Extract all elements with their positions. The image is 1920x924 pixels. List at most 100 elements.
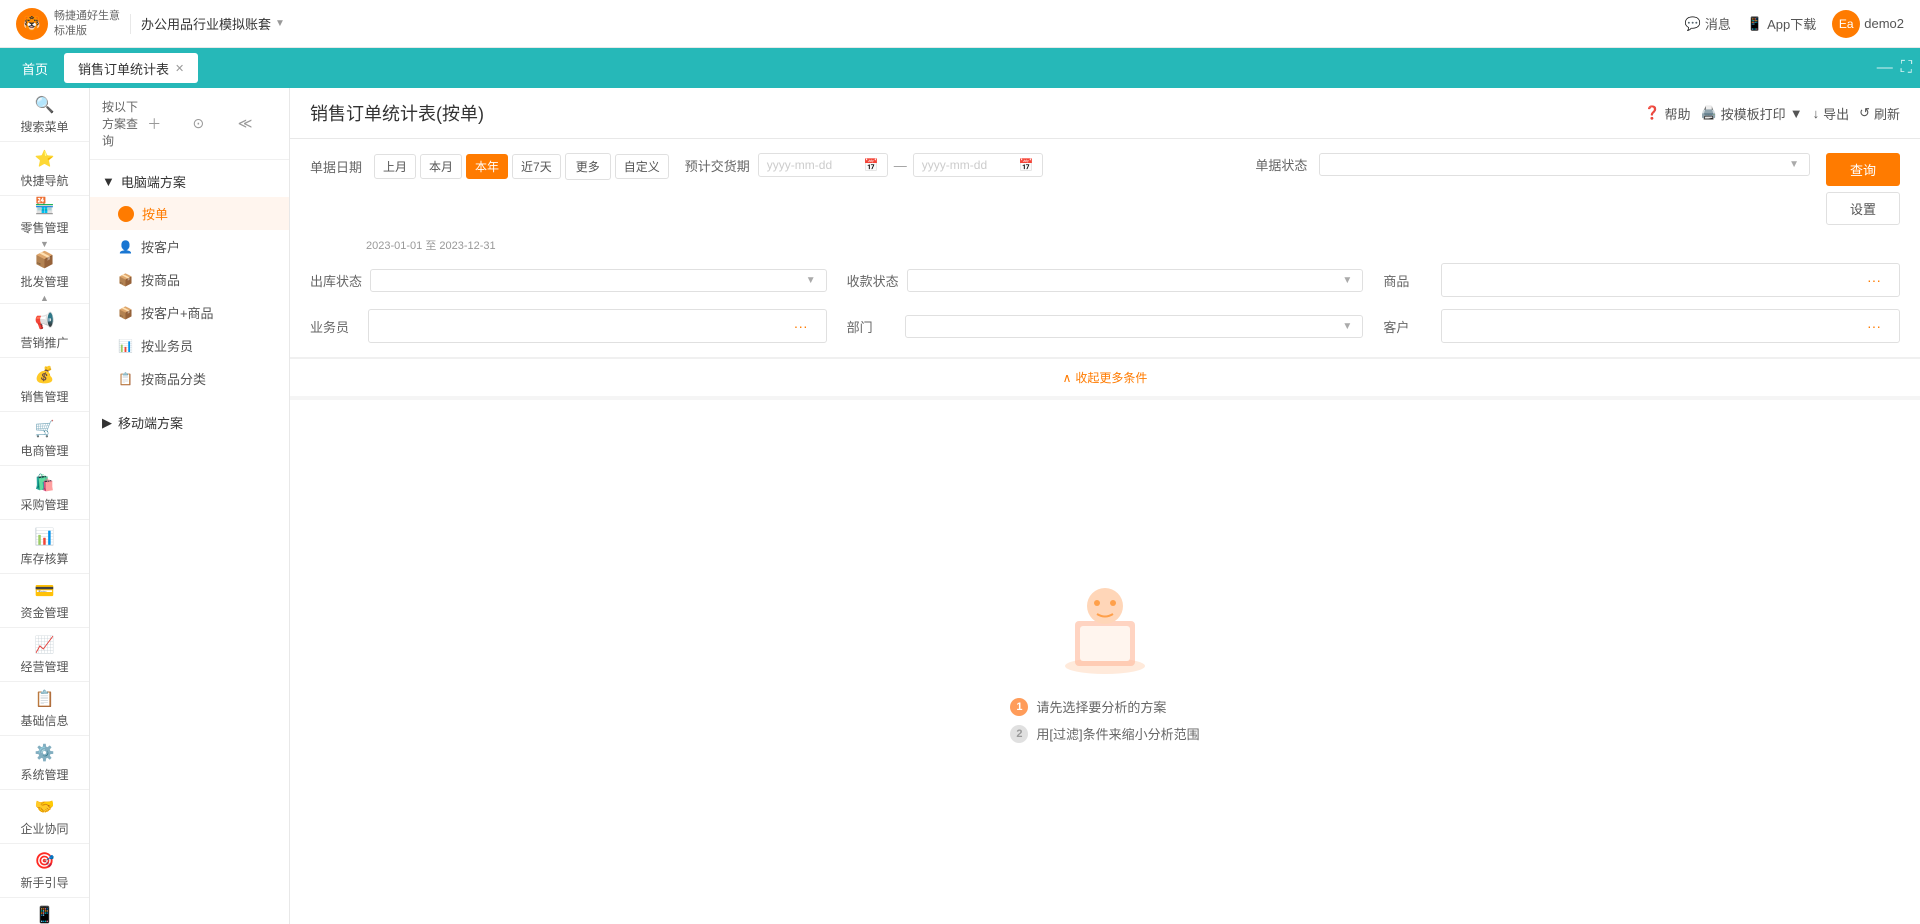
mobile-scheme-group-header[interactable]: ▶ 移动端方案 <box>90 407 289 438</box>
sidebar-item-app-center[interactable]: 📱 应用中心 <box>0 898 89 924</box>
add-scheme-btn[interactable]: ＋ <box>147 114 186 134</box>
mobile-scheme-group: ▶ 移动端方案 <box>90 401 289 444</box>
tabbar-minus-icon[interactable]: — <box>1877 59 1893 77</box>
this-year-btn[interactable]: 本年 <box>466 154 508 179</box>
sidebar-item-operations[interactable]: 📈 经营管理 <box>0 628 89 682</box>
refresh-btn[interactable]: ↺ 刷新 <box>1859 104 1900 123</box>
doc-status-select[interactable]: ▼ <box>1319 153 1810 176</box>
retail-arrow-icon: ▼ <box>40 239 49 249</box>
scheme-by-customer-goods[interactable]: 📦 按客户+商品 <box>90 296 289 329</box>
help-btn[interactable]: ❓ 帮助 <box>1644 104 1690 123</box>
tab-home[interactable]: 首页 <box>8 53 62 83</box>
sidebar-item-enterprise[interactable]: 🤝 企业协同 <box>0 790 89 844</box>
sidebar-item-ecommerce[interactable]: 🛒 电商管理 <box>0 412 89 466</box>
finance-icon: 💳 <box>35 581 55 601</box>
empty-state: 1 请先选择要分析的方案 2 用[过滤]条件来缩小分析范围 <box>290 400 1920 924</box>
export-label: 导出 <box>1823 104 1849 123</box>
ship-status-arrow: ▼ <box>806 275 816 286</box>
collapse-bar[interactable]: ∧ 收起更多条件 <box>290 358 1920 396</box>
custom-date-btn[interactable]: 自定义 <box>615 154 669 179</box>
sidebar-item-marketing[interactable]: 📢 营销推广 <box>0 304 89 358</box>
refresh-label: 刷新 <box>1874 104 1900 123</box>
refresh-scheme-btn[interactable]: ⊙ <box>193 115 232 132</box>
tab-close-icon[interactable]: ✕ <box>175 62 184 75</box>
tabbar: 首页 销售订单统计表 ✕ — ⛶ <box>0 48 1920 88</box>
salesman-input[interactable]: ··· <box>368 309 827 343</box>
sidebar-item-system[interactable]: ⚙️ 系统管理 <box>0 736 89 790</box>
goods-ellipsis[interactable]: ··· <box>1859 269 1889 291</box>
quick-nav-icon: ⭐ <box>35 149 55 169</box>
doc-status-label: 单据状态 <box>1255 155 1311 174</box>
user-avatar-btn[interactable]: Ea demo2 <box>1832 10 1904 38</box>
ship-status-select[interactable]: ▼ <box>370 269 827 292</box>
inventory-icon: 📊 <box>35 527 55 547</box>
export-btn[interactable]: ↓ 导出 <box>1813 104 1850 123</box>
scheme-by-goods-category[interactable]: 📋 按商品分类 <box>90 362 289 395</box>
expected-date-start-input[interactable]: yyyy-mm-dd 📅 <box>758 153 888 177</box>
payment-status-cell: 收款状态 ▼ <box>847 269 1364 292</box>
content-area: 按以下方案查询 ＋ ⊙ ≪ ▼ 电脑端方案 按单 👤 按客户 <box>90 88 1920 924</box>
company-selector[interactable]: 办公用品行业模拟账套 ▼ <box>141 14 285 33</box>
customer-ellipsis[interactable]: ··· <box>1859 315 1889 337</box>
more-date-btn[interactable]: 更多 <box>565 153 611 180</box>
by-customer-icon: 👤 <box>118 240 133 254</box>
scheme-by-goods[interactable]: 📦 按商品 <box>90 263 289 296</box>
scheme-by-order[interactable]: 按单 <box>90 197 289 230</box>
pc-group-label: 电脑端方案 <box>121 172 186 191</box>
dept-select[interactable]: ▼ <box>905 315 1364 338</box>
sidebar-item-basic[interactable]: 📋 基础信息 <box>0 682 89 736</box>
sidebar-ecommerce-label: 电商管理 <box>20 442 68 459</box>
collapse-panel-btn[interactable]: ≪ <box>238 115 277 132</box>
scheme-by-order-label: 按单 <box>142 204 168 223</box>
message-btn[interactable]: 💬 消息 <box>1685 14 1731 33</box>
scheme-by-salesman[interactable]: 📊 按业务员 <box>90 329 289 362</box>
tabbar-expand-icon[interactable]: ⛶ <box>1901 59 1912 77</box>
sidebar-item-finance[interactable]: 💳 资金管理 <box>0 574 89 628</box>
tab-sales-order-stat[interactable]: 销售订单统计表 ✕ <box>64 53 198 83</box>
sidebar-retail-label: 零售管理 <box>20 219 68 236</box>
sidebar-item-quick-nav[interactable]: ⭐ 快捷导航 <box>0 142 89 196</box>
pc-scheme-group-header[interactable]: ▼ 电脑端方案 <box>90 166 289 197</box>
empty-illustration <box>1045 581 1165 681</box>
template-print-btn[interactable]: 🖨️ 按模板打印 ▼ <box>1700 104 1802 123</box>
expected-date-label: 预计交货期 <box>685 156 750 175</box>
sidebar-item-retail[interactable]: 🏪 零售管理 ▼ <box>0 196 89 250</box>
app-icon: 📱 <box>1747 16 1763 32</box>
sidebar-purchase-label: 采购管理 <box>20 496 68 513</box>
sidebar-item-purchase[interactable]: 🛍️ 采购管理 <box>0 466 89 520</box>
this-month-btn[interactable]: 本月 <box>420 154 462 179</box>
collapse-label: 收起更多条件 <box>1075 369 1147 386</box>
doc-status-arrow: ▼ <box>1789 159 1799 170</box>
last-7days-btn[interactable]: 近7天 <box>512 154 561 179</box>
help-icon: ❓ <box>1644 105 1660 121</box>
salesman-ellipsis[interactable]: ··· <box>786 315 816 337</box>
empty-svg <box>1045 581 1165 681</box>
date-buttons: 上月 本月 本年 近7天 更多 自定义 <box>374 153 669 180</box>
app-download-btn[interactable]: 📱 App下载 <box>1747 14 1816 33</box>
payment-status-label: 收款状态 <box>847 271 899 290</box>
left-panel-header: 按以下方案查询 ＋ ⊙ ≪ <box>90 88 289 160</box>
settings-button[interactable]: 设置 <box>1826 192 1900 225</box>
sidebar-item-newbie[interactable]: 🎯 新手引导 <box>0 844 89 898</box>
last-month-btn[interactable]: 上月 <box>374 154 416 179</box>
sidebar-item-wholesale[interactable]: 📦 批发管理 ▲ <box>0 250 89 304</box>
sidebar-item-sales[interactable]: 💰 销售管理 <box>0 358 89 412</box>
sidebar-item-search[interactable]: 🔍 搜索菜单 <box>0 88 89 142</box>
export-icon: ↓ <box>1813 106 1820 121</box>
customer-input[interactable]: ··· <box>1441 309 1900 343</box>
empty-tip-2: 2 用[过滤]条件来缩小分析范围 <box>1010 724 1199 743</box>
dept-cell: 部门 ▼ <box>847 315 1364 338</box>
page-title: 销售订单统计表(按单) <box>310 100 484 126</box>
marketing-icon: 📢 <box>35 311 55 331</box>
main-layout: 🔍 搜索菜单 ⭐ 快捷导航 🏪 零售管理 ▼ 📦 批发管理 ▲ 📢 营销推广 💰… <box>0 88 1920 924</box>
calendar-end-icon: 📅 <box>1019 158 1034 172</box>
scheme-by-customer[interactable]: 👤 按客户 <box>90 230 289 263</box>
wholesale-arrow-icon: ▲ <box>40 293 49 303</box>
app-center-icon: 📱 <box>35 905 55 924</box>
payment-status-select[interactable]: ▼ <box>907 269 1364 292</box>
query-button[interactable]: 查询 <box>1826 153 1900 186</box>
sidebar-item-inventory[interactable]: 📊 库存核算 <box>0 520 89 574</box>
goods-input[interactable]: ··· <box>1441 263 1900 297</box>
scheme-by-goods-label: 按商品 <box>141 270 180 289</box>
expected-date-end-input[interactable]: yyyy-mm-dd 📅 <box>913 153 1043 177</box>
